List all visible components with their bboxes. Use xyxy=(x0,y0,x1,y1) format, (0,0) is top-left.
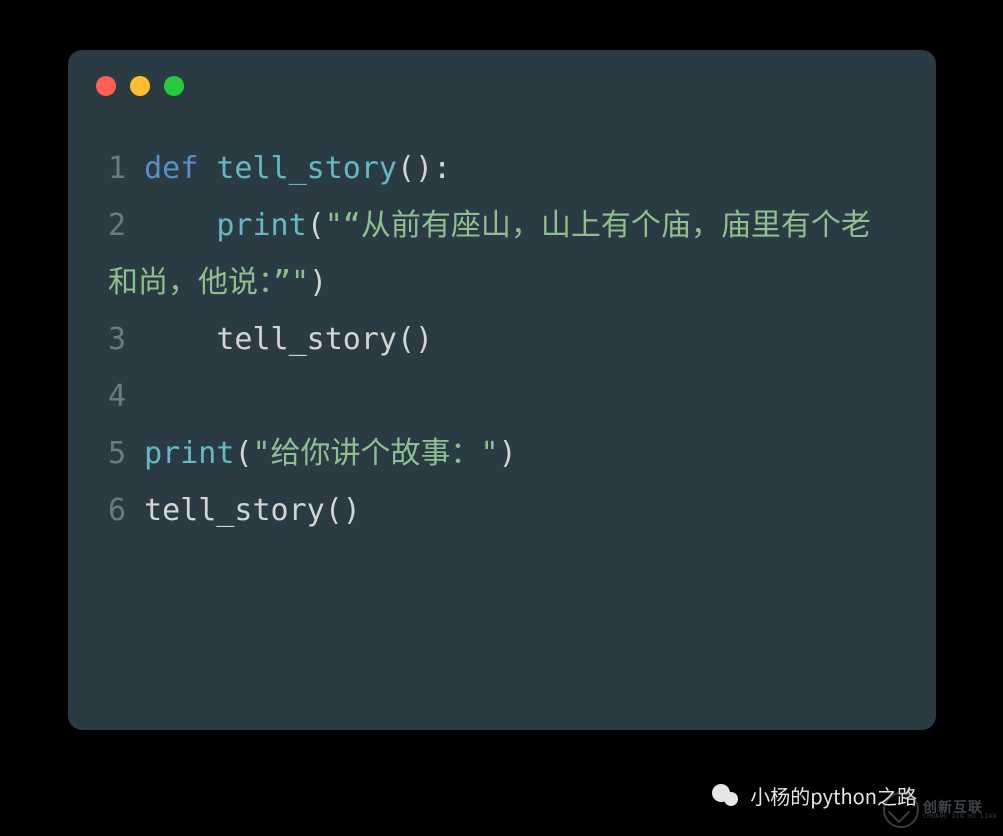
window-controls xyxy=(68,50,936,106)
code-line: 1 def tell_story(): xyxy=(108,140,896,197)
code-line: 3 tell_story() xyxy=(108,311,896,368)
close-icon xyxy=(96,76,116,96)
code-token: ( xyxy=(307,208,325,243)
code-card: 1 def tell_story():2 print("“从前有座山，山上有个庙… xyxy=(68,50,936,730)
code-token xyxy=(144,208,216,243)
code-token: ( xyxy=(234,436,252,471)
watermark-sub: CHUANG XIN HU LIAN xyxy=(923,814,997,820)
watermark: 创新互联 CHUANG XIN HU LIAN xyxy=(883,792,997,828)
line-number: 3 xyxy=(108,322,144,357)
code-token: "给你讲个故事：" xyxy=(253,436,499,471)
code-token: print xyxy=(144,436,234,471)
code-line: 2 print("“从前有座山，山上有个庙，庙里有个老和尚，他说：”") xyxy=(108,197,896,311)
wechat-icon xyxy=(710,780,740,810)
line-number: 1 xyxy=(108,151,144,186)
code-token: ) xyxy=(309,265,327,300)
watermark-main: 创新互联 xyxy=(923,800,997,814)
code-token: ) xyxy=(499,436,517,471)
line-number: 2 xyxy=(108,208,144,243)
code-line: 5 print("给你讲个故事：") xyxy=(108,425,896,482)
code-token: tell_story() xyxy=(144,322,433,357)
code-token: tell_story() xyxy=(144,493,361,528)
code-token: def xyxy=(144,151,216,186)
minimize-icon xyxy=(130,76,150,96)
zoom-icon xyxy=(164,76,184,96)
code-line: 4 xyxy=(108,368,896,425)
line-number: 6 xyxy=(108,493,144,528)
line-number: 5 xyxy=(108,436,144,471)
code-block: 1 def tell_story():2 print("“从前有座山，山上有个庙… xyxy=(68,106,936,539)
code-line: 6 tell_story() xyxy=(108,482,896,539)
watermark-logo-icon xyxy=(883,792,919,828)
line-number: 4 xyxy=(108,379,144,414)
code-token: (): xyxy=(397,151,451,186)
code-token: print xyxy=(216,208,306,243)
code-token: tell_story xyxy=(216,151,397,186)
